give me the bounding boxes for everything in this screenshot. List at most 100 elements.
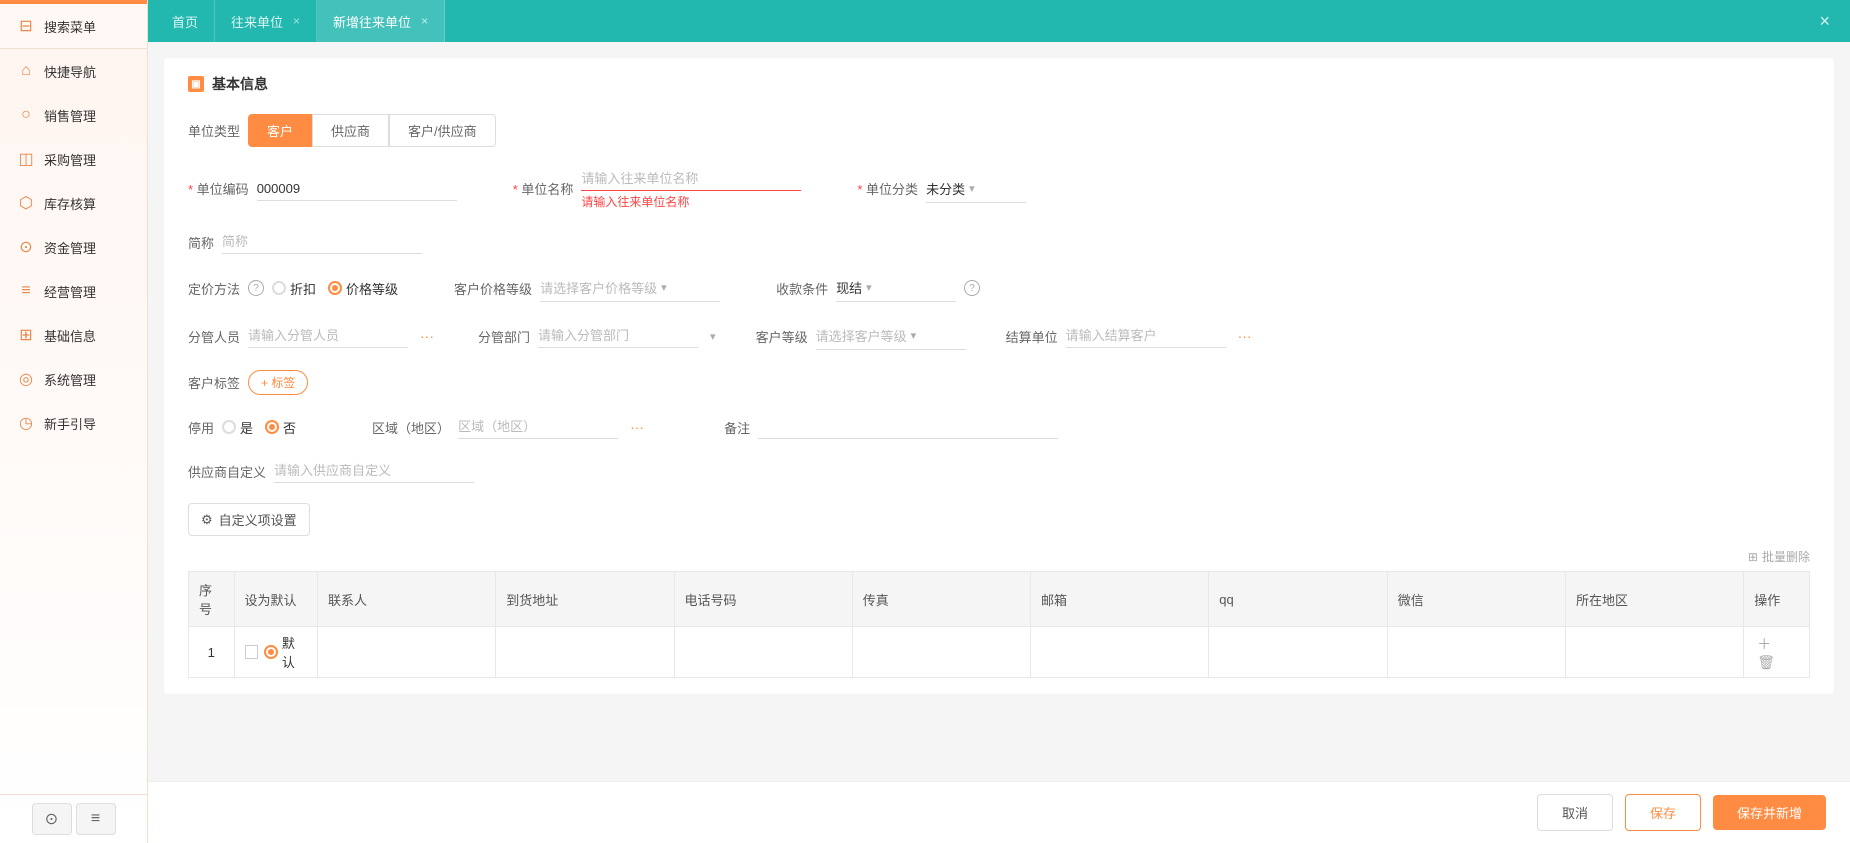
tab-unit-list-close[interactable]: × (293, 14, 300, 28)
unit-category-group: 单位分类 未分类 ▾ (857, 175, 1026, 203)
settlement-unit-ellipsis[interactable]: ··· (1234, 328, 1256, 344)
cell-qq[interactable] (1209, 627, 1387, 678)
sidebar-item-guide[interactable]: ◷ 新手引导 (0, 401, 147, 445)
manager-input[interactable] (248, 324, 408, 348)
sidebar-item-label: 基础信息 (44, 326, 96, 345)
sidebar-item-operations[interactable]: ≡ 经营管理 (0, 269, 147, 313)
tab-home[interactable]: 首页 (156, 0, 215, 42)
sidebar-bottom-btn-1[interactable]: ⊙ (32, 803, 72, 835)
unit-type-both[interactable]: 客户/供应商 (389, 114, 496, 147)
sidebar-item-quick-nav[interactable]: ⌂ 快捷导航 (0, 49, 147, 93)
customer-level-chevron: ▾ (911, 329, 917, 342)
unit-type-label: 单位类型 (188, 121, 240, 140)
page-content: ▣ 基本信息 单位类型 客户 供应商 客户/供应商 单位编码 (148, 42, 1850, 781)
operations-icon: ≡ (16, 281, 36, 301)
save-button[interactable]: 保存 (1625, 794, 1701, 831)
tab-new-unit[interactable]: 新增往来单位 × (317, 0, 445, 42)
basic-info-section: ▣ 基本信息 单位类型 客户 供应商 客户/供应商 单位编码 (164, 58, 1834, 694)
tab-unit-list[interactable]: 往来单位 × (215, 0, 317, 42)
col-contact: 联系人 (318, 572, 496, 627)
payment-terms-select[interactable]: 现结 ▾ (836, 274, 956, 302)
department-label: 分管部门 (478, 327, 530, 346)
region-input[interactable] (458, 415, 618, 439)
sidebar-item-label: 快捷导航 (44, 62, 96, 81)
radio-no-label: 否 (283, 418, 296, 437)
manager-ellipsis[interactable]: ··· (416, 328, 438, 344)
cell-wechat[interactable] (1387, 627, 1565, 678)
sidebar-item-inventory[interactable]: ⬡ 库存核算 (0, 181, 147, 225)
disabled-region-row: 停用 是 否 区域（地区） ··· (188, 415, 1810, 439)
remark-input[interactable] (758, 415, 1058, 439)
sidebar-item-label: 资金管理 (44, 238, 96, 257)
pricing-help-icon[interactable]: ? (248, 280, 264, 296)
sidebar-item-basic-info[interactable]: ⊞ 基础信息 (0, 313, 147, 357)
supplier-custom-group: 供应商自定义 (188, 459, 1810, 483)
customer-level-group: 客户等级 请选择客户等级 ▾ (756, 322, 966, 350)
window-close-button[interactable]: × (1807, 11, 1842, 32)
row-delete-icon[interactable]: 🗑 (1754, 654, 1778, 670)
cell-phone[interactable] (674, 627, 852, 678)
department-input[interactable] (538, 324, 698, 348)
cell-seq: 1 (189, 627, 235, 678)
cell-fax[interactable] (852, 627, 1030, 678)
unit-name-input[interactable] (581, 167, 801, 191)
customer-tag-row: 客户标签 + 标签 (188, 370, 1810, 395)
disabled-radio-group: 是 否 (222, 418, 296, 437)
sidebar-bottom-btn-2[interactable]: ≡ (76, 803, 116, 835)
sidebar-item-label: 系统管理 (44, 370, 96, 389)
customer-price-level-select[interactable]: 请选择客户价格等级 ▾ (540, 274, 720, 302)
radio-price-level-label: 价格等级 (346, 279, 398, 298)
region-group: 区域（地区） ··· (372, 415, 648, 439)
sidebar-bottom: ⊙ ≡ (0, 794, 147, 843)
region-ellipsis[interactable]: ··· (626, 419, 648, 435)
unit-type-supplier[interactable]: 供应商 (312, 114, 389, 147)
sidebar-item-system[interactable]: ◎ 系统管理 (0, 357, 147, 401)
cell-email[interactable] (1031, 627, 1209, 678)
radio-no[interactable]: 否 (265, 418, 296, 437)
finance-icon: ⊙ (16, 237, 36, 257)
cell-address[interactable] (496, 627, 674, 678)
settlement-unit-group: 结算单位 ··· (1006, 324, 1256, 348)
radio-price-level[interactable]: 价格等级 (328, 279, 398, 298)
section-title: ▣ 基本信息 (188, 74, 1810, 94)
cell-region[interactable] (1565, 627, 1743, 678)
radio-discount-circle (272, 281, 286, 295)
sidebar-item-finance[interactable]: ⊙ 资金管理 (0, 225, 147, 269)
sidebar-item-sales[interactable]: ○ 销售管理 (0, 93, 147, 137)
disabled-group: 停用 是 否 (188, 418, 296, 437)
row-add-icon[interactable]: ＋ (1754, 636, 1774, 652)
sidebar-item-purchase[interactable]: ◫ 采购管理 (0, 137, 147, 181)
col-action: 操作 (1744, 572, 1810, 627)
batch-delete-label[interactable]: 批量删除 (1762, 548, 1810, 565)
manager-label: 分管人员 (188, 327, 240, 346)
row-default-radio[interactable]: 默认 (264, 633, 307, 671)
cancel-button[interactable]: 取消 (1537, 794, 1613, 831)
tab-new-unit-close[interactable]: × (421, 14, 428, 28)
unit-category-value: 未分类 (926, 179, 965, 198)
unit-code-input[interactable] (257, 177, 457, 201)
section-title-text: 基本信息 (212, 74, 268, 94)
unit-type-customer[interactable]: 客户 (248, 114, 312, 147)
custom-settings-button[interactable]: ⚙ 自定义项设置 (188, 503, 310, 536)
tab-new-unit-label: 新增往来单位 (333, 12, 411, 31)
sidebar-search-label: 搜索菜单 (44, 17, 96, 36)
short-name-input[interactable] (222, 230, 422, 254)
sidebar-item-label: 新手引导 (44, 414, 96, 433)
settlement-unit-input[interactable] (1066, 324, 1226, 348)
supplier-custom-input[interactable] (274, 459, 474, 483)
radio-yes[interactable]: 是 (222, 418, 253, 437)
sidebar-item-label: 销售管理 (44, 106, 96, 125)
sidebar-item-search[interactable]: ⊟ 搜索菜单 (0, 4, 147, 49)
radio-discount[interactable]: 折扣 (272, 279, 316, 298)
payment-terms-help-icon[interactable]: ? (964, 280, 980, 296)
customer-level-select[interactable]: 请选择客户等级 ▾ (816, 322, 966, 350)
save-new-button[interactable]: 保存并新增 (1713, 795, 1826, 830)
gear-icon: ⚙ (201, 512, 213, 528)
add-tag-button[interactable]: + 标签 (248, 370, 308, 395)
cell-contact[interactable] (318, 627, 496, 678)
remark-group: 备注 (724, 415, 1058, 439)
unit-category-label: 单位分类 (857, 179, 918, 198)
row-checkbox[interactable] (245, 645, 259, 659)
bottom-action-bar: 取消 保存 保存并新增 (148, 781, 1850, 843)
unit-category-select[interactable]: 未分类 ▾ (926, 175, 1026, 203)
